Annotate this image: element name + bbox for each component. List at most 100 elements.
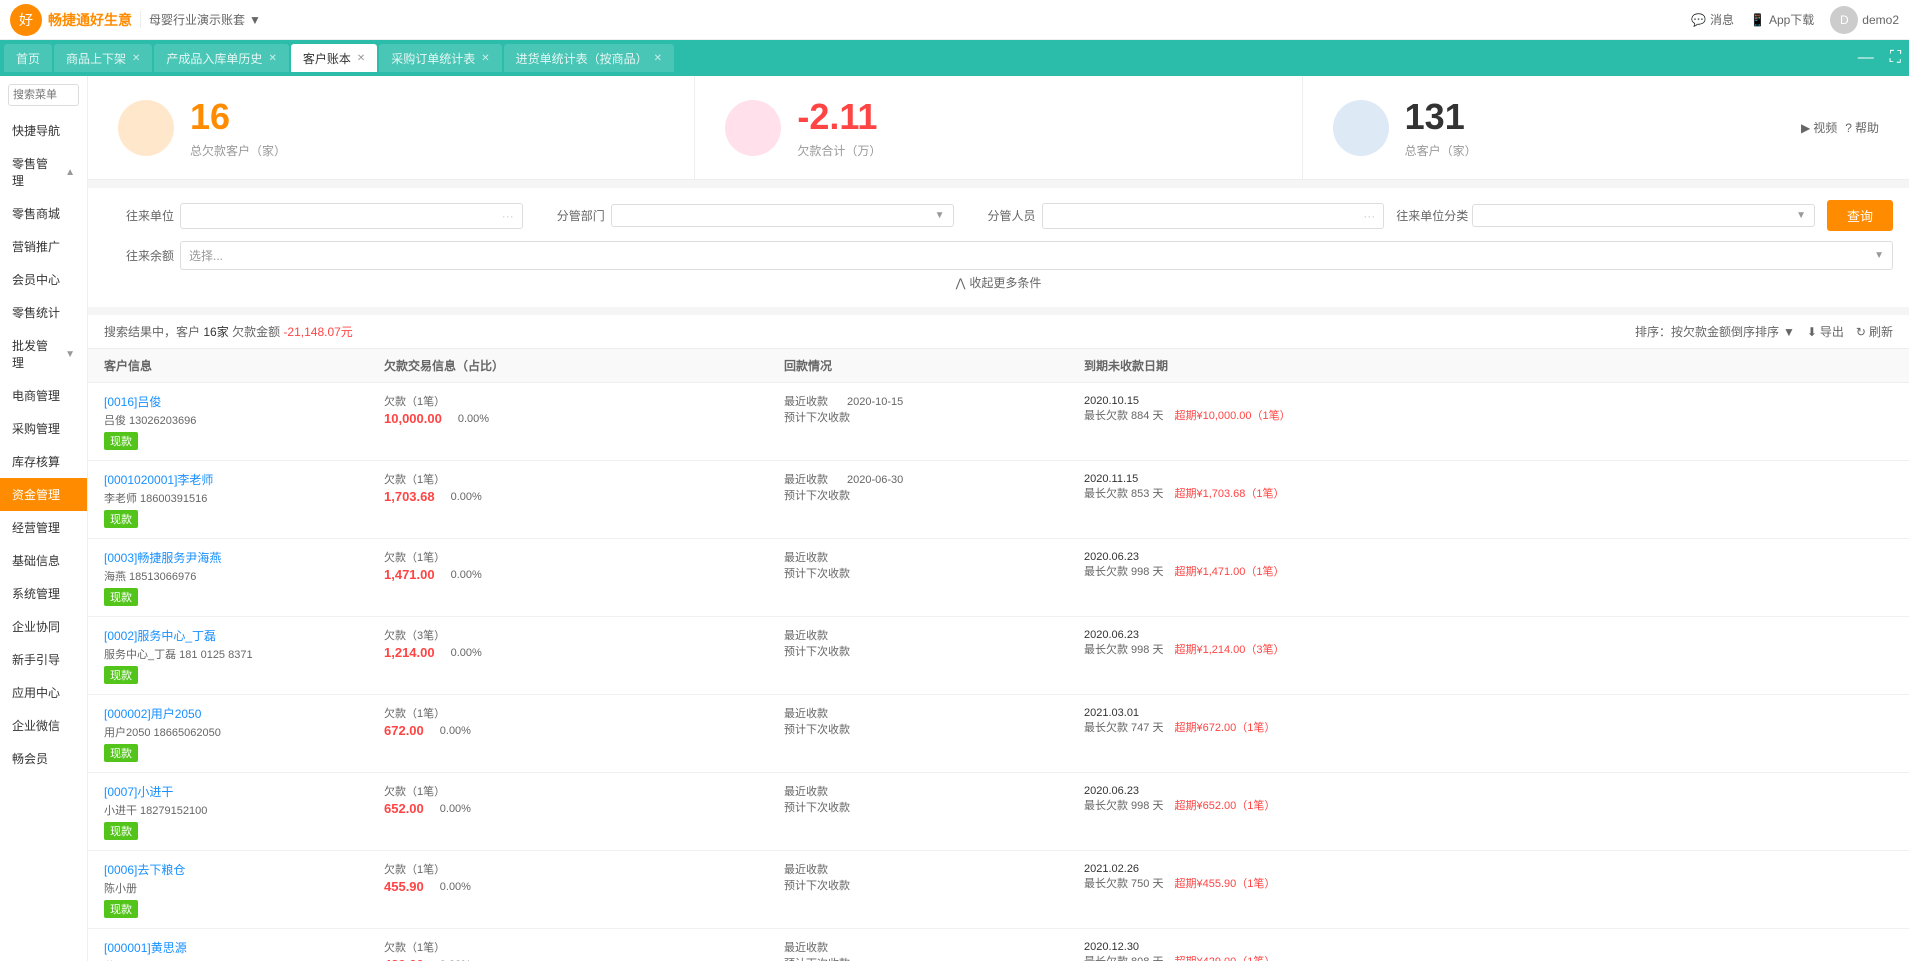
overdue-link[interactable]: 超期¥10,000.00（1笔）: [1174, 410, 1290, 422]
results-bar: 搜索结果中，客户 16家 欠款金额 -21,148.07元 排序：按欠款金额倒序…: [88, 315, 1909, 349]
message-btn[interactable]: 💬 消息: [1691, 11, 1734, 28]
sidebar-item-app-center[interactable]: 应用中心: [0, 676, 87, 709]
last-payment-label: 最近收款: [784, 864, 828, 876]
customer-name-link[interactable]: [0002]服务中心_丁磊: [104, 629, 216, 643]
filter-row-1: 往来单位 ··· 分管部门 ▼ 分管人员 ···: [104, 200, 1893, 231]
sidebar-item-wechat[interactable]: 企业微信: [0, 709, 87, 742]
tabs-minimize-btn[interactable]: —: [1854, 49, 1878, 67]
tab-production-close[interactable]: ✕: [268, 53, 276, 64]
customer-info-cell: [0001020001]李老师 李老师 18600391516 现款: [104, 471, 384, 528]
tab-customer-account-close[interactable]: ✕: [357, 53, 365, 64]
last-payment-label: 最近收款: [784, 630, 828, 642]
sidebar-item-batch-mgmt-label: 批发管理: [12, 337, 59, 371]
next-collect: 预计下次收款: [784, 568, 850, 580]
sort-button[interactable]: 排序：按欠款金额倒序排序 ▼: [1635, 323, 1795, 340]
app-download-btn[interactable]: 📱 App下载: [1750, 11, 1814, 28]
help-btn[interactable]: ?帮助: [1845, 119, 1879, 136]
supplier-input[interactable]: ···: [180, 203, 523, 229]
search-input[interactable]: [8, 84, 79, 106]
refresh-btn[interactable]: ↻ 刷新: [1856, 323, 1893, 340]
overdue-link[interactable]: 超期¥1,703.68（1笔）: [1174, 488, 1284, 500]
customer-name-link[interactable]: [000002]用户2050: [104, 707, 201, 721]
sidebar-item-guide-label: 新手引导: [12, 651, 60, 668]
debt-amount-val: 1,703.68: [384, 489, 435, 504]
sidebar-item-system[interactable]: 系统管理: [0, 577, 87, 610]
video-btn[interactable]: ▶视频: [1801, 119, 1837, 136]
tabs-expand-btn[interactable]: ⛶: [1886, 49, 1905, 67]
query-button[interactable]: 查询: [1827, 200, 1893, 231]
sidebar-item-finance[interactable]: 资金管理: [0, 478, 87, 511]
sidebar-item-guide[interactable]: 新手引导: [0, 643, 87, 676]
customer-name-link[interactable]: [0001020001]李老师: [104, 473, 213, 487]
manager-input[interactable]: ···: [1042, 203, 1385, 229]
overdue-link[interactable]: 超期¥429.00（1笔）: [1174, 956, 1275, 961]
customer-name-link[interactable]: [0016]吕俊: [104, 395, 161, 409]
sidebar-item-member[interactable]: 会员中心: [0, 263, 87, 296]
customer-name-link[interactable]: [000001]黄思源: [104, 941, 187, 955]
sidebar-item-retail-stat[interactable]: 零售统计: [0, 296, 87, 329]
overdue-link[interactable]: 超期¥652.00（1笔）: [1174, 800, 1275, 812]
sidebar-item-operation[interactable]: 经营管理: [0, 511, 87, 544]
category-input[interactable]: ▼: [1472, 204, 1815, 227]
collapse-btn[interactable]: ⋀ 收起更多条件: [104, 270, 1893, 295]
tab-purchase-stat[interactable]: 进货单统计表（按商品） ✕: [504, 44, 674, 72]
due-date-cell: 2020.12.30 最长欠款 808 天 超期¥429.00（1笔）: [1084, 939, 1893, 961]
next-collect: 预计下次收款: [784, 802, 850, 814]
user-btn[interactable]: D demo2: [1830, 6, 1899, 34]
sidebar-item-member-label: 会员中心: [12, 271, 60, 288]
sidebar-item-retail-mgmt[interactable]: 零售管理 ▲: [0, 147, 87, 197]
export-btn[interactable]: ⬇ 导出: [1807, 323, 1844, 340]
tab-products[interactable]: 商品上下架 ✕: [54, 44, 152, 72]
sidebar-item-marketing[interactable]: 营销推广: [0, 230, 87, 263]
customer-name-link[interactable]: [0007]小进干: [104, 785, 173, 799]
debt-count: 欠款（1笔）: [384, 939, 784, 955]
debt-count: 欠款（1笔）: [384, 471, 784, 487]
table-row: [0016]吕俊 吕俊 13026203696 现款 欠款（1笔） 10,000…: [88, 383, 1909, 461]
download-icon: 📱: [1750, 13, 1765, 27]
sidebar-item-ecommerce[interactable]: 电商管理: [0, 379, 87, 412]
table-row: [0007]小进干 小进干 18279152100 现款 欠款（1笔） 652.…: [88, 773, 1909, 851]
debt-percent: 0.00%: [458, 413, 489, 425]
sidebar-item-purchase-mgmt[interactable]: 采购管理: [0, 412, 87, 445]
tab-home[interactable]: 首页: [4, 44, 52, 72]
refresh-label: 刷新: [1869, 323, 1893, 340]
debt-info-cell: 欠款（1笔） 10,000.00 0.00%: [384, 393, 784, 426]
last-payment-label: 最近收款: [784, 708, 828, 720]
due-date: 2020.06.23: [1084, 629, 1139, 641]
table-header: 客户信息 欠款交易信息（占比） 回款情况 到期未收款日期: [88, 349, 1909, 383]
overdue-link[interactable]: 超期¥455.90（1笔）: [1174, 878, 1275, 890]
tab-production[interactable]: 产成品入库单历史 ✕: [154, 44, 288, 72]
debt-amount-val: 10,000.00: [384, 411, 442, 426]
store-selector[interactable]: 母婴行业演示账套 ▼: [140, 11, 269, 28]
tab-customer-account[interactable]: 客户账本 ✕: [291, 44, 377, 72]
tab-purchase-order-close[interactable]: ✕: [481, 53, 489, 64]
avatar: D: [1830, 6, 1858, 34]
debt-info-cell: 欠款（1笔） 652.00 0.00%: [384, 783, 784, 816]
tab-purchase-order[interactable]: 采购订单统计表 ✕: [379, 44, 501, 72]
customer-info-cell: [0002]服务中心_丁磊 服务中心_丁磊 181 0125 8371 现款: [104, 627, 384, 684]
filter-group-balance: 往来余额 选择... ▼: [104, 241, 1893, 270]
sidebar-item-vip[interactable]: 畅会员: [0, 742, 87, 775]
tab-products-close[interactable]: ✕: [132, 53, 140, 64]
sidebar-item-retail-store[interactable]: 零售商城: [0, 197, 87, 230]
last-payment-date: 2020-10-15: [836, 396, 903, 408]
overdue-link[interactable]: 超期¥1,214.00（3笔）: [1174, 644, 1284, 656]
sidebar-item-batch-mgmt[interactable]: 批发管理 ▼: [0, 329, 87, 379]
debt-amount: -21,148.07元: [283, 325, 352, 339]
overdue-link[interactable]: 超期¥1,471.00（1笔）: [1174, 566, 1284, 578]
department-input[interactable]: ▼: [611, 204, 954, 227]
balance-input[interactable]: 选择... ▼: [180, 241, 1893, 270]
stat-label-debt-customers: 总欠款客户（家）: [190, 142, 286, 159]
sidebar-item-inventory[interactable]: 库存核算: [0, 445, 87, 478]
payment-status-cell: 最近收款 2020-10-15 预计下次收款: [784, 393, 1084, 425]
customer-name-link[interactable]: [0006]去下粮仓: [104, 863, 185, 877]
debt-info-cell: 欠款（1笔） 672.00 0.00%: [384, 705, 784, 738]
balance-arrow-icon: ▼: [1874, 250, 1884, 261]
tab-purchase-stat-close[interactable]: ✕: [654, 53, 662, 64]
customer-name-link[interactable]: [0003]畅捷服务尹海燕: [104, 551, 221, 565]
sidebar-item-basic-info[interactable]: 基础信息: [0, 544, 87, 577]
sidebar-item-enterprise[interactable]: 企业协同: [0, 610, 87, 643]
overdue-link[interactable]: 超期¥672.00（1笔）: [1174, 722, 1275, 734]
table-container: 客户信息 欠款交易信息（占比） 回款情况 到期未收款日期 [0016]吕俊 吕俊…: [88, 349, 1909, 961]
sidebar-item-quick-nav[interactable]: 快捷导航: [0, 114, 87, 147]
